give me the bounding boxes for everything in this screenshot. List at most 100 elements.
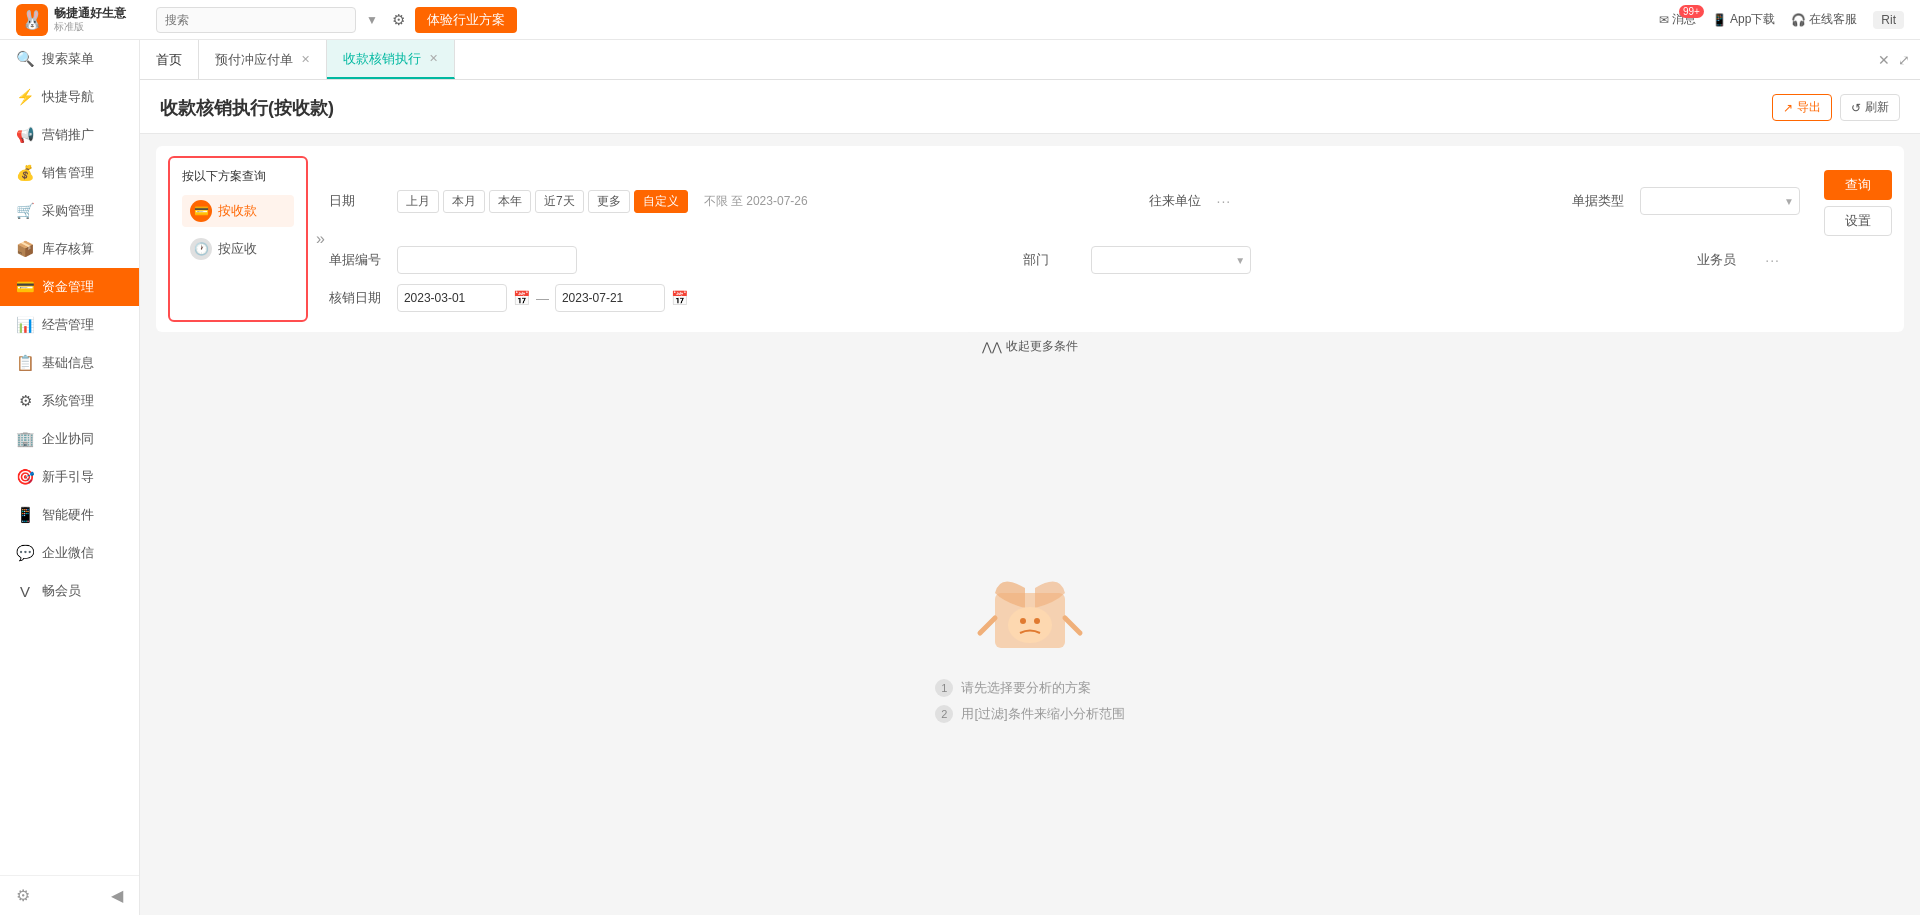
sidebar-icon-wechat: 💬 — [16, 544, 34, 562]
department-select[interactable] — [1091, 246, 1251, 274]
tab-bar-actions: ✕ ⤢ — [1868, 40, 1920, 79]
sidebar-icon-biz-mgmt: 📊 — [16, 316, 34, 334]
sidebar-item-guide[interactable]: 🎯新手引导 — [0, 458, 139, 496]
tab-close-receipt-writeoff[interactable]: ✕ — [429, 52, 438, 65]
page-header: 收款核销执行(按收款) ↗ 导出 ↺ 刷新 — [140, 80, 1920, 134]
sidebar-item-inventory[interactable]: 📦库存核算 — [0, 230, 139, 268]
filter-option-by-receipt[interactable]: 💳 按收款 — [182, 195, 294, 227]
collapse-more-button[interactable]: ⋀⋀ 收起更多条件 — [966, 332, 1094, 361]
tab-close-advance-offset[interactable]: ✕ — [301, 53, 310, 66]
empty-hint-1: 1 请先选择要分析的方案 — [935, 679, 1124, 697]
close-window-icon[interactable]: ✕ — [1878, 52, 1890, 68]
svg-line-4 — [980, 618, 995, 633]
expand-icon[interactable]: ⤢ — [1898, 52, 1910, 68]
query-button[interactable]: 查询 — [1824, 170, 1892, 200]
sidebar-item-quick-nav[interactable]: ⚡快捷导航 — [0, 78, 139, 116]
sidebar-label-search-menu: 搜索菜单 — [42, 50, 94, 68]
sidebar-item-search-menu[interactable]: 🔍 搜索菜单 — [0, 40, 139, 78]
sidebar-label-biz-mgmt: 经营管理 — [42, 316, 94, 334]
sidebar-item-wechat[interactable]: 💬 企业微信 — [0, 534, 139, 572]
date-this-month-btn[interactable]: 本月 — [443, 190, 485, 213]
sidebar-label-purchase-mgmt: 采购管理 — [42, 202, 94, 220]
sidebar-icon-guide: 🎯 — [16, 468, 34, 486]
settings-button[interactable]: 设置 — [1824, 206, 1892, 236]
top-search-input[interactable] — [156, 7, 356, 33]
filter-left-panel: 按以下方案查询 💳 按收款 🕐 按应收 — [168, 156, 308, 322]
sidebar-icon-enterprise: 🏢 — [16, 430, 34, 448]
filter-panel: 按以下方案查询 💳 按收款 🕐 按应收 » 日期 上月 本 — [156, 146, 1904, 332]
settings-icon[interactable]: ⚙ — [16, 886, 30, 905]
sidebar-icon-base-info: 📋 — [16, 354, 34, 372]
writeoff-date-start-input[interactable] — [397, 284, 507, 312]
sidebar-item-smart-hw[interactable]: 📱智能硬件 — [0, 496, 139, 534]
collapse-left-panel-button[interactable]: » — [312, 226, 329, 252]
message-area[interactable]: ✉ 消息 99+ — [1659, 11, 1696, 28]
chevron-down-icon[interactable]: ▼ — [366, 13, 378, 27]
user-name: Rit — [1881, 13, 1896, 27]
sidebar-item-purchase-mgmt[interactable]: 🛒 采购管理 — [0, 192, 139, 230]
writeoff-date-start-cal-icon[interactable]: 📅 — [513, 290, 530, 306]
counterparty-label: 往来单位 — [1149, 192, 1205, 210]
svg-line-5 — [1065, 618, 1080, 633]
sidebar-label-marketing: 营销推广 — [42, 126, 94, 144]
export-button[interactable]: ↗ 导出 — [1772, 94, 1832, 121]
tab-advance-offset[interactable]: 预付冲应付单 ✕ — [199, 40, 327, 79]
writeoff-date-end-input[interactable] — [555, 284, 665, 312]
writeoff-date-end-cal-icon[interactable]: 📅 — [671, 290, 688, 306]
sidebar-label-wechat: 企业微信 — [42, 544, 94, 562]
writeoff-date-range: 📅 — 📅 — [397, 284, 688, 312]
online-service-link[interactable]: 🎧 在线客服 — [1791, 11, 1857, 28]
filter-row-3: 核销日期 📅 — 📅 — [329, 284, 1892, 312]
collapse-sidebar-icon[interactable]: ◀ — [111, 886, 123, 905]
sidebar-label-inventory: 库存核算 — [42, 240, 94, 258]
sidebar-item-biz-mgmt[interactable]: 📊 经营管理 — [0, 306, 139, 344]
svg-point-2 — [1020, 618, 1026, 624]
counterparty-ellipsis-icon[interactable]: ··· — [1217, 193, 1232, 209]
sidebar-icon-sales-mgmt: 💰 — [16, 164, 34, 182]
date-more-btn[interactable]: 更多 — [588, 190, 630, 213]
date-quick-btns: 上月 本月 本年 近7天 更多 自定义 — [397, 190, 688, 213]
staff-ellipsis-icon[interactable]: ··· — [1765, 252, 1780, 268]
sidebar-item-marketing[interactable]: 📢营销推广 — [0, 116, 139, 154]
tab-label-receipt-writeoff: 收款核销执行 — [343, 50, 421, 68]
sidebar-icon-purchase-mgmt: 🛒 — [16, 202, 34, 220]
date-7days-btn[interactable]: 近7天 — [535, 190, 584, 213]
brand-name: 畅捷通好生意 — [54, 6, 126, 20]
sidebar-label-sys-mgmt: 系统管理 — [42, 392, 94, 410]
empty-illustration — [970, 553, 1090, 663]
date-label: 日期 — [329, 192, 385, 210]
sidebar-icon-sys-mgmt: ⚙ — [16, 392, 34, 410]
tab-label-home: 首页 — [156, 51, 182, 69]
solution-button[interactable]: 体验行业方案 — [415, 7, 517, 33]
tab-label-advance-offset: 预付冲应付单 — [215, 51, 293, 69]
sidebar-item-funds-mgmt[interactable]: 💳资金管理 — [0, 268, 139, 306]
empty-state: 1 请先选择要分析的方案 2 用[过滤]条件来缩小分析范围 — [140, 361, 1920, 915]
tab-bar: 首页 预付冲应付单 ✕ 收款核销执行 ✕ ✕ ⤢ — [140, 40, 1920, 80]
voucher-type-select[interactable] — [1640, 187, 1800, 215]
sidebar-item-enterprise[interactable]: 🏢 企业协同 — [0, 420, 139, 458]
sidebar-item-vip[interactable]: V畅会员 — [0, 572, 139, 610]
tab-home[interactable]: 首页 — [140, 40, 199, 79]
app-download-link[interactable]: 📱 App下载 — [1712, 11, 1775, 28]
page-title-row: 收款核销执行(按收款) ↗ 导出 ↺ 刷新 — [160, 94, 1900, 121]
staff-label: 业务员 — [1697, 251, 1753, 269]
voucher-no-input[interactable] — [397, 246, 577, 274]
logo-area: 🐰 畅捷通好生意 标准版 — [16, 4, 146, 36]
tab-receipt-writeoff[interactable]: 收款核销执行 ✕ — [327, 40, 455, 79]
sidebar-label-enterprise: 企业协同 — [42, 430, 94, 448]
sidebar-icon-search-menu: 🔍 — [16, 50, 34, 68]
settings-gear-icon[interactable]: ⚙ — [392, 11, 405, 29]
sidebar-icon-quick-nav: ⚡ — [16, 88, 34, 106]
filter-option-by-receivable[interactable]: 🕐 按应收 — [182, 233, 294, 265]
export-icon: ↗ — [1783, 101, 1793, 115]
date-last-month-btn[interactable]: 上月 — [397, 190, 439, 213]
sidebar-item-sales-mgmt[interactable]: 💰销售管理 — [0, 154, 139, 192]
message-badge: 99+ — [1679, 5, 1704, 18]
sidebar-icon-vip: V — [16, 583, 34, 600]
date-this-year-btn[interactable]: 本年 — [489, 190, 531, 213]
refresh-button[interactable]: ↺ 刷新 — [1840, 94, 1900, 121]
sidebar-item-sys-mgmt[interactable]: ⚙ 系统管理 — [0, 382, 139, 420]
date-custom-btn[interactable]: 自定义 — [634, 190, 688, 213]
sidebar-item-base-info[interactable]: 📋基础信息 — [0, 344, 139, 382]
user-name-area[interactable]: Rit — [1873, 11, 1904, 29]
